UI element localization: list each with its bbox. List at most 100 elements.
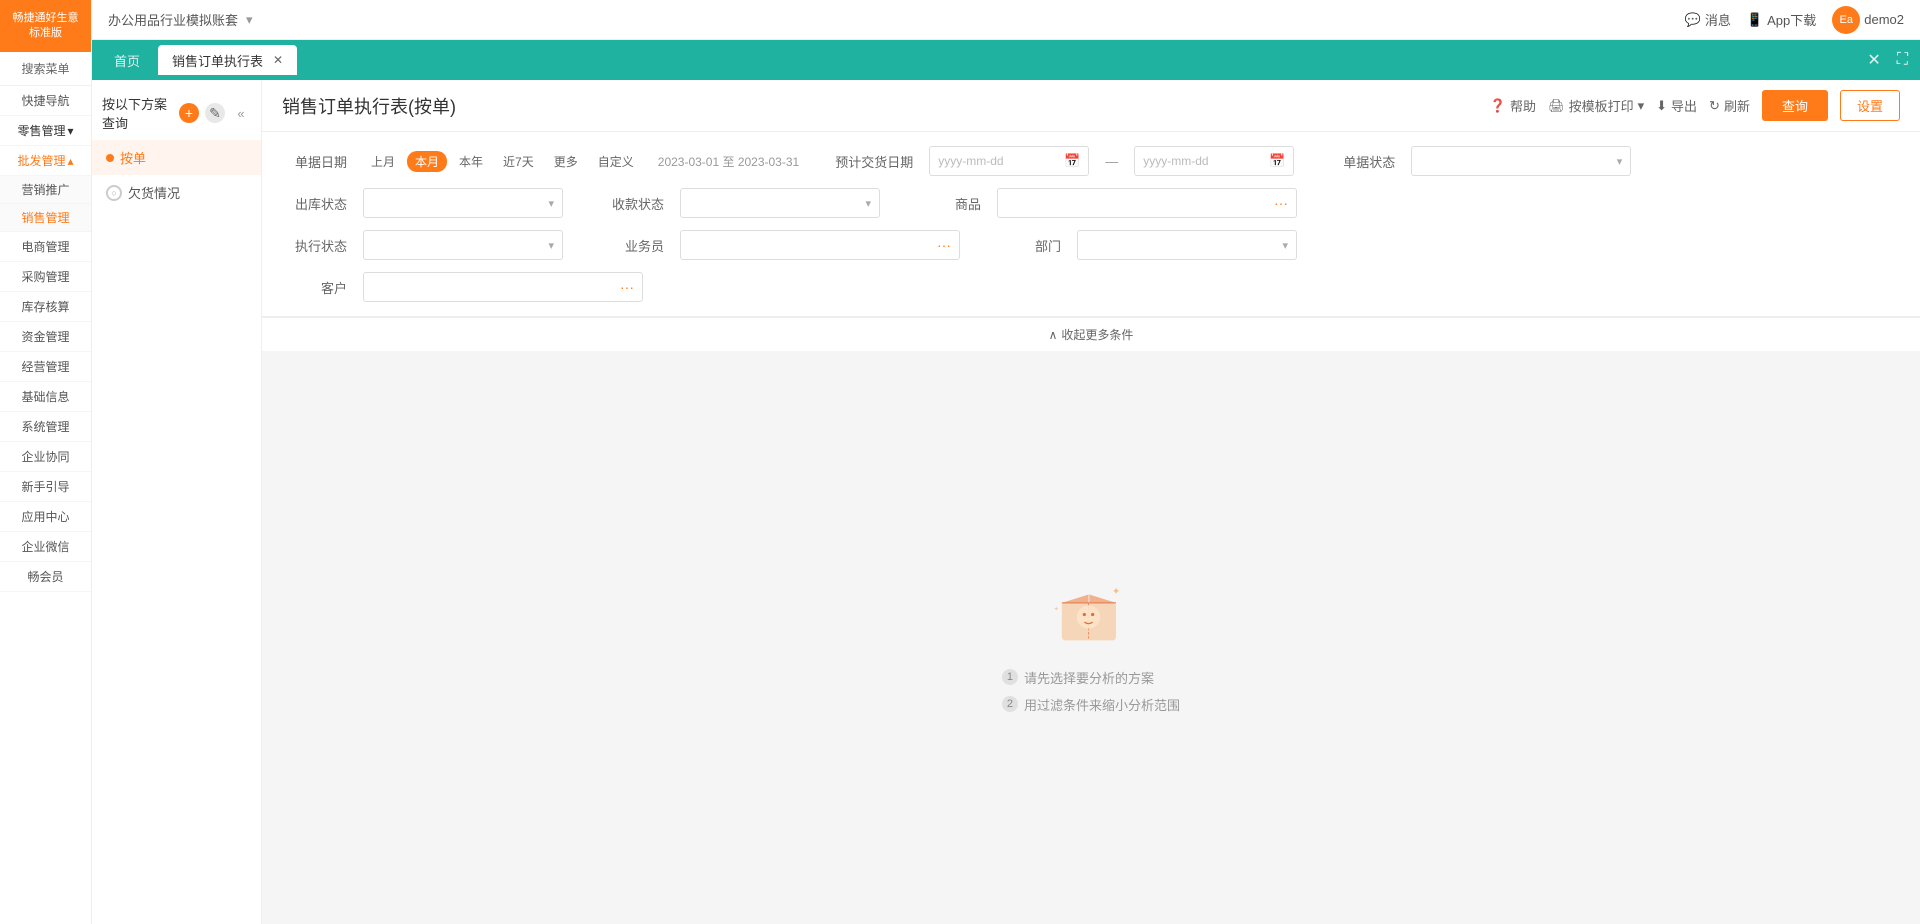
svg-text:✦: ✦ [1112,586,1120,597]
customer-ellipsis-icon[interactable]: ··· [620,279,634,295]
message-btn[interactable]: 💬 消息 [1685,10,1731,29]
collapse-label: 收起更多条件 [1061,326,1133,343]
scheme-item-by-order[interactable]: 按单 [92,140,261,175]
refresh-btn[interactable]: ↻ 刷新 [1709,96,1750,115]
sidebar: 畅捷通好生意 标准版 搜索菜单 快捷导航 零售管理 ▾ 批发管理 ▴ 营销推广 … [0,0,92,924]
left-panel-icons: + ✎ « [179,103,251,123]
sidebar-item-member[interactable]: 畅会员 [0,562,91,592]
tab-close-window-btn[interactable]: ✕ [1863,46,1884,74]
breadcrumb-dropdown-icon[interactable]: ▾ [246,12,253,28]
add-scheme-btn[interactable]: + [179,103,199,123]
circle-icon: ○ [106,185,122,201]
sidebar-item-marketing[interactable]: 营销推广 [0,176,91,204]
dept-dropdown-icon: ▾ [1282,239,1288,252]
date-range-display: 2023-03-01 至 2023-03-31 [658,153,799,170]
export-btn[interactable]: ⬇ 导出 [1656,96,1697,115]
user-name: demo2 [1864,12,1904,27]
sidebar-item-newbie[interactable]: 新手引导 [0,472,91,502]
export-icon: ⬇ [1656,98,1667,114]
ship-status-select[interactable]: ▾ [363,188,563,218]
print-icon: 🖨 [1548,98,1565,114]
page-actions: ❓ 帮助 🖨 按模板打印 ▾ ⬇ 导出 ↻ 刷新 [1490,90,1900,121]
sidebar-item-funds[interactable]: 资金管理 [0,322,91,352]
help-btn[interactable]: ❓ 帮助 [1490,96,1536,115]
sidebar-item-quick-nav[interactable]: 快捷导航 [0,86,91,116]
receive-status-select[interactable]: ▾ [680,188,880,218]
left-panel-title: 按以下方案查询 [102,94,179,132]
tab-sales-order-label: 销售订单执行表 [172,51,263,70]
goods-ellipsis-icon[interactable]: ··· [1274,195,1288,211]
logo-text: 畅捷通好生意 [13,11,79,26]
sidebar-item-operations[interactable]: 经营管理 [0,352,91,382]
left-panel: 按以下方案查询 + ✎ « 按单 ○ [92,80,262,924]
expected-date-end-input[interactable]: yyyy-mm-dd 📅 [1134,146,1294,176]
collapse-row[interactable]: ∧ 收起更多条件 [262,317,1920,351]
print-btn[interactable]: 🖨 按模板打印 ▾ [1548,96,1644,115]
topbar-left: 办公用品行业模拟账套 ▾ [108,10,253,29]
print-dropdown-icon: ▾ [1638,98,1645,114]
page-header: 销售订单执行表(按单) ❓ 帮助 🖨 按模板打印 ▾ ⬇ 导出 [262,80,1920,132]
help-icon: ❓ [1490,98,1506,114]
dept-select[interactable]: ▾ [1077,230,1297,260]
salesman-ellipsis-icon[interactable]: ··· [937,237,951,253]
app-download-icon: 📱 [1747,12,1763,28]
status-dropdown-icon: ▾ [1617,155,1623,168]
scheme-item-shortage[interactable]: ○ 欠货情况 [92,175,261,210]
expected-date-start-input[interactable]: yyyy-mm-dd 📅 [929,146,1089,176]
app-download-label: App下载 [1767,10,1816,29]
tab-sales-order[interactable]: 销售订单执行表 ✕ [158,45,297,75]
empty-illustration: ✦ ✦ [1041,562,1141,652]
ship-status-dropdown-icon: ▾ [548,197,554,210]
sidebar-item-app-center[interactable]: 应用中心 [0,502,91,532]
sidebar-item-retail[interactable]: 零售管理 ▾ [0,116,91,146]
sidebar-item-sales[interactable]: 销售管理 [0,204,91,232]
salesman-input[interactable]: ··· [680,230,960,260]
status-select[interactable]: ▾ [1411,146,1631,176]
date-btn-last-7days[interactable]: 近7天 [495,151,542,172]
sidebar-item-collab[interactable]: 企业协同 [0,442,91,472]
receive-status-label: 收款状态 [599,194,664,213]
user-profile-btn[interactable]: Ea demo2 [1832,6,1904,34]
left-panel-header: 按以下方案查询 + ✎ « [92,90,261,140]
sidebar-item-inventory[interactable]: 库存核算 [0,292,91,322]
date-btn-custom[interactable]: 自定义 [590,151,642,172]
receive-status-dropdown-icon: ▾ [865,197,871,210]
sidebar-item-system[interactable]: 系统管理 [0,412,91,442]
empty-tip-1: 1 请先选择要分析的方案 [1002,668,1180,687]
tab-home[interactable]: 首页 [100,45,154,75]
sidebar-search[interactable]: 搜索菜单 [0,52,91,86]
date-btn-more[interactable]: 更多 [546,151,586,172]
date-btn-this-year[interactable]: 本年 [451,151,491,172]
topbar-right: 💬 消息 📱 App下载 Ea demo2 [1685,6,1904,34]
query-btn[interactable]: 查询 [1762,90,1828,121]
app-download-btn[interactable]: 📱 App下载 [1747,10,1816,29]
message-label: 消息 [1705,10,1731,29]
expected-date-label: 预计交货日期 [835,152,913,171]
sidebar-item-ecommerce[interactable]: 电商管理 [0,232,91,262]
date-btn-last-month[interactable]: 上月 [363,151,403,172]
customer-input[interactable]: ··· [363,272,643,302]
svg-text:✦: ✦ [1054,605,1060,613]
sidebar-item-purchase[interactable]: 采购管理 [0,262,91,292]
app-logo[interactable]: 畅捷通好生意 标准版 [0,0,91,52]
content-area: 按以下方案查询 + ✎ « 按单 ○ [92,80,1920,924]
date-btn-this-month[interactable]: 本月 [407,151,447,172]
exec-status-dropdown-icon: ▾ [548,239,554,252]
tab-close-icon[interactable]: ✕ [273,53,283,67]
sidebar-item-wholesale[interactable]: 批发管理 ▴ [0,146,91,176]
calendar-start-icon: 📅 [1064,153,1080,169]
sidebar-item-enterprise-wechat[interactable]: 企业微信 [0,532,91,562]
date-end-placeholder: yyyy-mm-dd [1143,154,1208,168]
goods-input[interactable]: ··· [997,188,1297,218]
settings-btn[interactable]: 设置 [1840,90,1900,121]
collapse-panel-btn[interactable]: « [231,103,251,123]
sidebar-item-basic-info[interactable]: 基础信息 [0,382,91,412]
tab-maximize-btn[interactable]: ⛶ [1893,47,1912,73]
filter-row-4: 客户 ··· [282,272,1900,302]
filter-area: 单据日期 上月 本月 本年 近7天 更多 自定义 2023-03-01 至 20… [262,132,1920,317]
filter-row-3: 执行状态 ▾ 业务员 ··· 部门 ▾ [282,230,1900,260]
exec-status-select[interactable]: ▾ [363,230,563,260]
ship-status-label: 出库状态 [282,194,347,213]
edit-scheme-btn[interactable]: ✎ [205,103,225,123]
main-area: 办公用品行业模拟账套 ▾ 💬 消息 📱 App下载 Ea demo2 首页 [92,0,1920,924]
